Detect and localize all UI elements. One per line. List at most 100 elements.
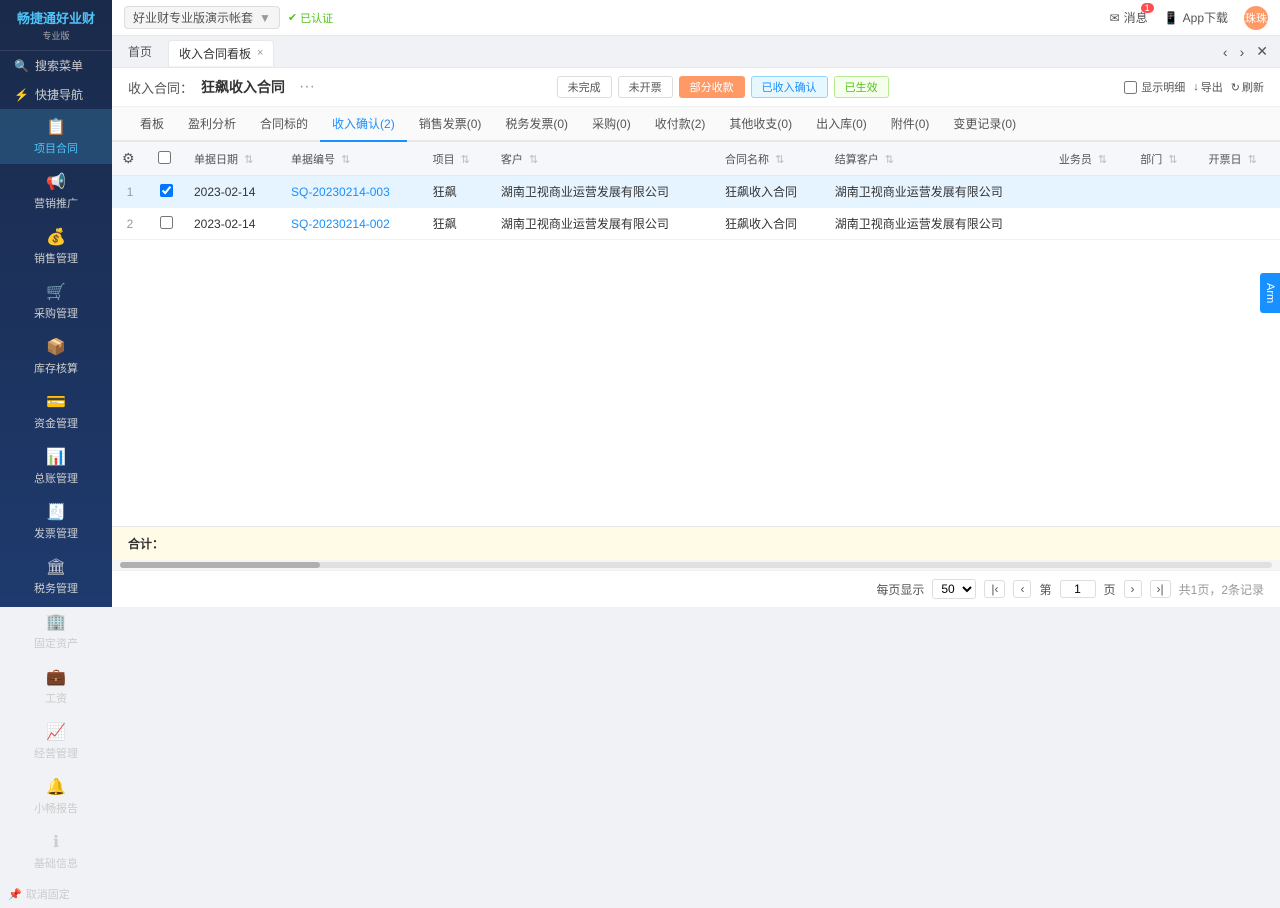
row-project: 狂飙 (423, 208, 491, 240)
verified-badge: ✔ 已认证 (288, 10, 333, 26)
date-sort-icon[interactable]: ⇅ (244, 154, 253, 166)
scrollbar-thumb[interactable] (120, 562, 320, 568)
project-col-header: 项目 ⇅ (423, 142, 491, 176)
tab-close-all[interactable]: ✕ (1252, 41, 1272, 62)
table-footer: 合计： (112, 526, 1280, 560)
status-partial-payment[interactable]: 部分收款 (679, 76, 745, 98)
marketing-icon: 📢 (46, 172, 66, 192)
message-button[interactable]: ✉ 1 消息 (1110, 9, 1148, 26)
tab-contract-subject[interactable]: 合同标的 (248, 107, 320, 142)
sidebar-item-salary[interactable]: 💼 工资 (0, 659, 112, 714)
tab-attachments[interactable]: 附件(0) (879, 107, 942, 142)
per-page-label: 每页显示 (876, 581, 924, 598)
tab-next-arrow[interactable]: › (1236, 42, 1249, 62)
row-invoice-date (1199, 176, 1280, 208)
sidebar-item-label: 采购管理 (34, 305, 78, 321)
sidebar-item-label: 税务管理 (34, 580, 78, 596)
sidebar-item-invoice[interactable]: 🧾 发票管理 (0, 494, 112, 549)
status-revenue-confirmed[interactable]: 已收入确认 (751, 76, 828, 98)
date-col-header: 单据日期 ⇅ (184, 142, 281, 176)
tab-tax-invoice[interactable]: 税务发票(0) (493, 107, 580, 142)
row-dept (1130, 176, 1198, 208)
settle-sort-icon[interactable]: ⇅ (885, 154, 894, 166)
export-button[interactable]: ↓ 导出 (1193, 79, 1223, 95)
project-sort-icon[interactable]: ⇅ (461, 154, 470, 166)
row-order-no[interactable]: SQ-20230214-002 (281, 208, 423, 240)
first-page-button[interactable]: |‹ (984, 580, 1005, 598)
customer-sort-icon[interactable]: ⇅ (529, 154, 538, 166)
refresh-button[interactable]: ↻ 刷新 (1231, 79, 1264, 95)
sidebar-item-project[interactable]: 📋 项目合同 (0, 109, 112, 164)
table-row[interactable]: 1 2023-02-14 SQ-20230214-003 狂飙 湖南卫视商业运营… (112, 176, 1280, 208)
order-sort-icon[interactable]: ⇅ (341, 154, 350, 166)
status-effective[interactable]: 已生效 (834, 76, 889, 98)
show-detail-checkbox[interactable]: 显示明细 (1124, 79, 1185, 95)
tab-nav-arrows: ‹ › ✕ (1219, 41, 1272, 62)
company-selector[interactable]: 好业财专业版演示帐套 ▼ (124, 6, 280, 29)
last-page-button[interactable]: ›| (1150, 580, 1171, 598)
sidebar-item-inventory[interactable]: 📦 库存核算 (0, 329, 112, 384)
prev-page-button[interactable]: ‹ (1013, 580, 1031, 598)
tab-contract-board[interactable]: 收入合同看板 × (168, 40, 274, 66)
sidebar-item-sales[interactable]: 💰 销售管理 (0, 219, 112, 274)
right-panel-icon[interactable]: Arm (1260, 273, 1280, 313)
invoice-date-sort-icon[interactable]: ⇅ (1248, 154, 1257, 166)
status-uninvoiced[interactable]: 未开票 (618, 76, 673, 98)
sidebar-item-purchase[interactable]: 🛒 采购管理 (0, 274, 112, 329)
unpin-label: 取消固定 (26, 886, 70, 902)
close-tab-button[interactable]: × (257, 47, 263, 59)
next-page-button[interactable]: › (1124, 580, 1142, 598)
row-checkbox[interactable] (160, 216, 173, 229)
sidebar-item-finance[interactable]: 💳 资金管理 (0, 384, 112, 439)
sidebar-item-label: 资金管理 (34, 415, 78, 431)
sidebar-item-reports[interactable]: 🔔 小畅报告 (0, 769, 112, 824)
tab-payment[interactable]: 收付款(2) (643, 107, 718, 142)
assets-icon: 🏢 (46, 612, 66, 632)
project-col-label: 项目 (433, 154, 455, 166)
sidebar-item-ledger[interactable]: 📊 总账管理 (0, 439, 112, 494)
tab-prev-arrow[interactable]: ‹ (1219, 42, 1232, 62)
contract-sort-icon[interactable]: ⇅ (775, 154, 784, 166)
invoice-date-col-label: 开票日 (1209, 154, 1242, 166)
horizontal-scrollbar[interactable] (112, 560, 1280, 570)
sidebar-item-label: 总账管理 (34, 470, 78, 486)
tab-kanban[interactable]: 看板 (128, 107, 176, 142)
status-incomplete[interactable]: 未完成 (557, 76, 612, 98)
user-avatar[interactable]: 珠珠 (1244, 6, 1268, 30)
tab-revenue-confirm[interactable]: 收入确认(2) (320, 107, 407, 142)
show-detail-input[interactable] (1124, 81, 1137, 94)
dept-sort-icon[interactable]: ⇅ (1168, 154, 1177, 166)
sidebar-search[interactable]: 🔍 搜索菜单 (0, 51, 112, 80)
tab-home[interactable]: 首页 (120, 43, 160, 60)
column-settings-icon[interactable]: ⚙ (122, 150, 135, 166)
row-checkbox[interactable] (160, 184, 173, 197)
salesman-sort-icon[interactable]: ⇅ (1098, 154, 1107, 166)
more-actions-button[interactable]: ··· (293, 78, 321, 96)
sidebar-item-basic-info[interactable]: ℹ 基础信息 (0, 824, 112, 879)
tab-other-income[interactable]: 其他收支(0) (717, 107, 804, 142)
sidebar-unpin[interactable]: 📌 取消固定 (0, 879, 112, 908)
row-checkbox-cell (148, 176, 184, 208)
tab-warehouse[interactable]: 出入库(0) (804, 107, 879, 142)
select-all-checkbox[interactable] (158, 151, 171, 164)
settings-col-header: ⚙ (112, 142, 148, 176)
sidebar: 畅捷通好业财 专业版 🔍 搜索菜单 ⚡ 快捷导航 📋 项目合同 📢 营销推广 💰… (0, 0, 112, 607)
sidebar-item-assets[interactable]: 🏢 固定资产 (0, 604, 112, 659)
row-order-no[interactable]: SQ-20230214-003 (281, 176, 423, 208)
tab-change-records[interactable]: 变更记录(0) (941, 107, 1028, 142)
sidebar-item-tax[interactable]: 🏛 税务管理 (0, 549, 112, 604)
tab-purchase[interactable]: 采购(0) (580, 107, 643, 142)
page-number-input[interactable] (1060, 580, 1096, 598)
table-row[interactable]: 2 2023-02-14 SQ-20230214-002 狂飙 湖南卫视商业运营… (112, 208, 1280, 240)
sidebar-item-marketing[interactable]: 📢 营销推广 (0, 164, 112, 219)
operations-icon: 📈 (46, 722, 66, 742)
tab-profit[interactable]: 盈利分析 (176, 107, 248, 142)
tab-sales-invoice[interactable]: 销售发票(0) (407, 107, 494, 142)
message-icon: ✉ (1110, 11, 1120, 25)
sidebar-item-operations[interactable]: 📈 经营管理 (0, 714, 112, 769)
app-download-button[interactable]: 📱 App下载 (1164, 9, 1228, 26)
sidebar-quick-nav[interactable]: ⚡ 快捷导航 (0, 80, 112, 109)
per-page-select[interactable]: 50 (932, 579, 976, 599)
row-date: 2023-02-14 (184, 176, 281, 208)
export-label: 导出 (1201, 79, 1223, 95)
